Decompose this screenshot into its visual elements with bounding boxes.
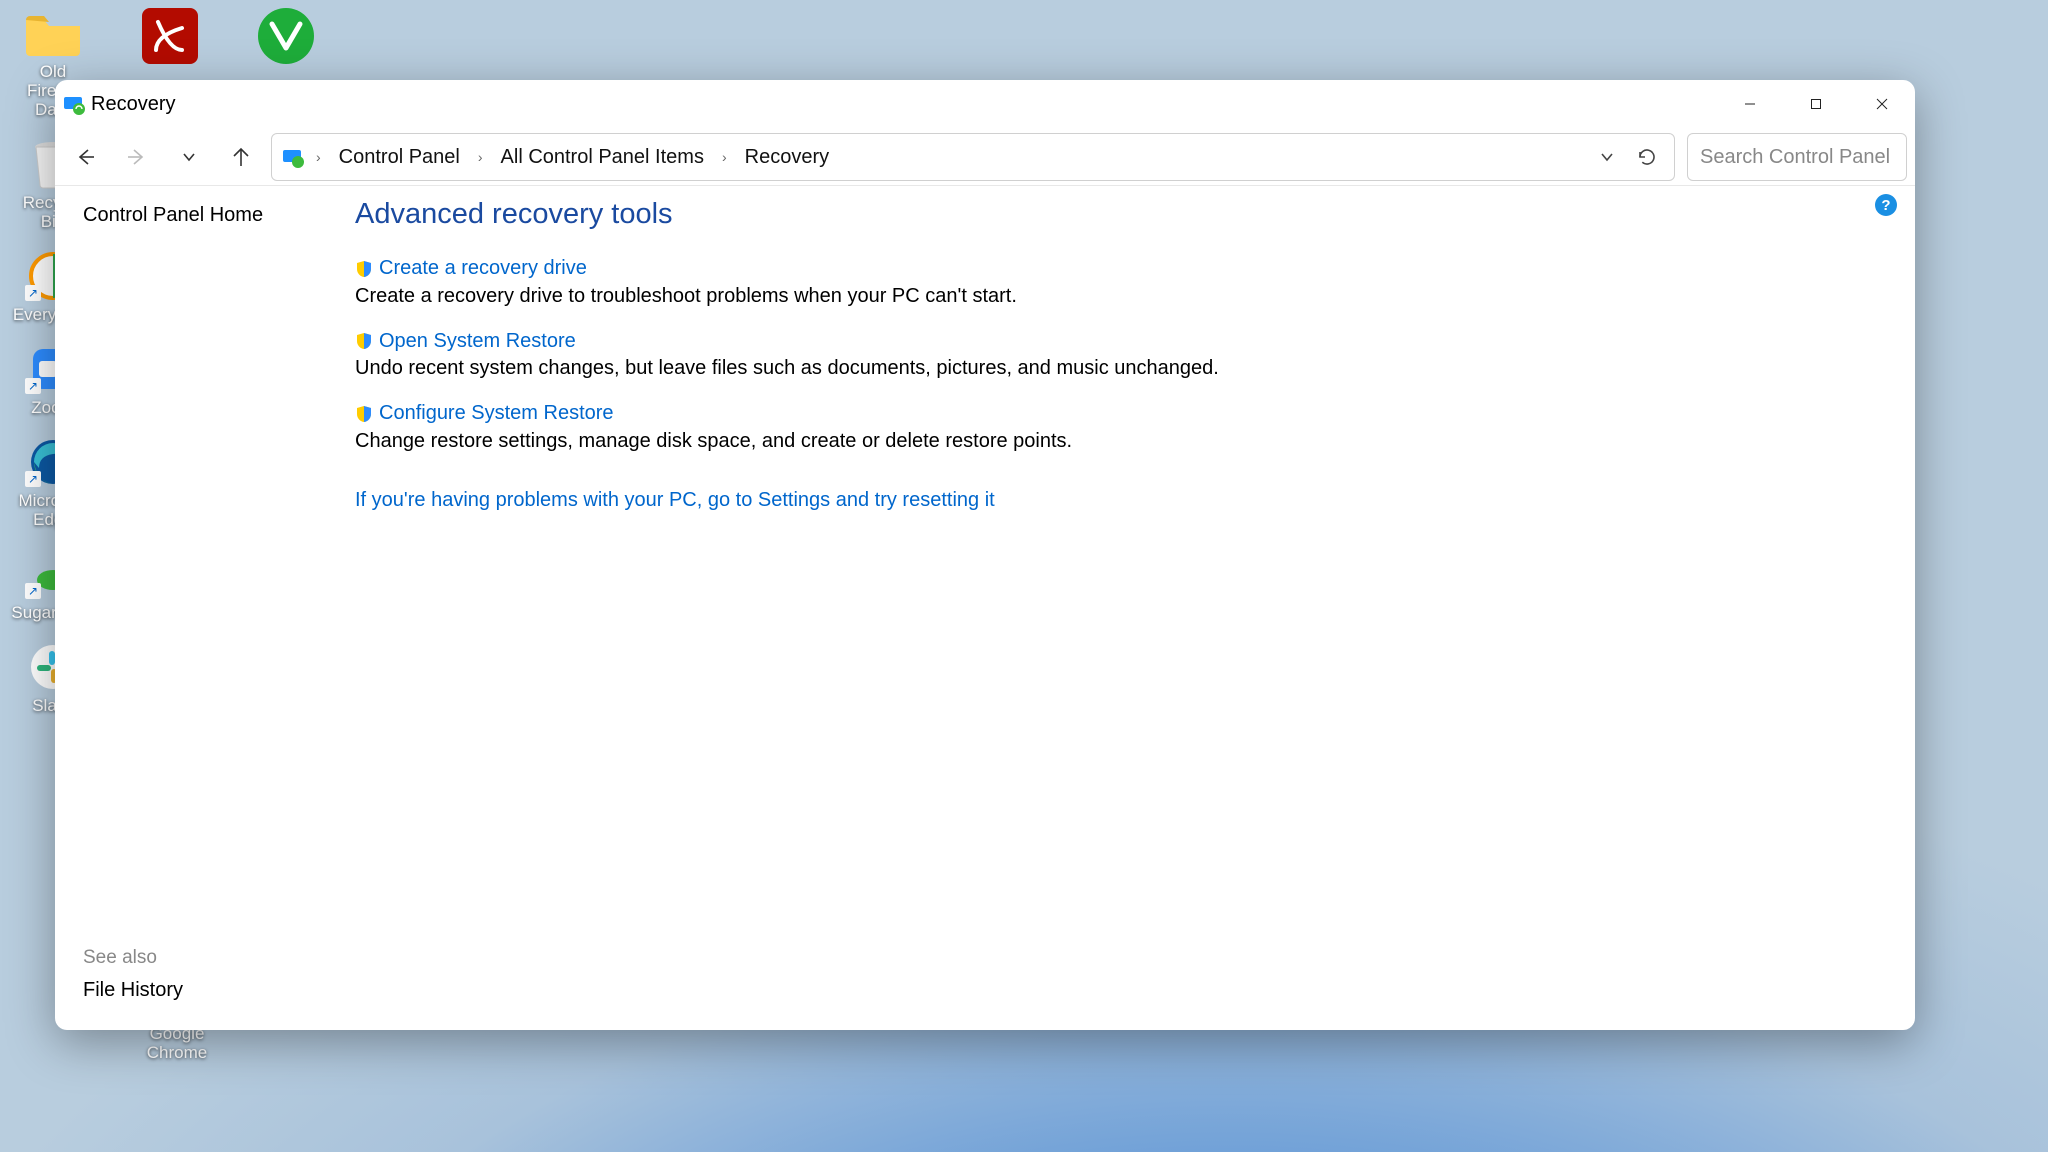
- search-box[interactable]: [1687, 133, 1907, 181]
- titlebar[interactable]: Recovery: [55, 80, 1915, 128]
- arrow-right-icon: [126, 146, 148, 168]
- folder-icon: [23, 6, 83, 60]
- shortcut-badge: ↗: [25, 471, 41, 487]
- breadcrumb-sep: ›: [312, 149, 325, 165]
- veeam-icon: [254, 4, 318, 68]
- tool-link-0[interactable]: Create a recovery drive: [355, 257, 587, 280]
- arrow-up-icon: [230, 146, 252, 168]
- window-app-icon: [63, 93, 85, 115]
- tool-link-text: Create a recovery drive: [379, 257, 587, 280]
- breadcrumb-all-items[interactable]: All Control Panel Items: [495, 144, 710, 171]
- page-heading: Advanced recovery tools: [355, 198, 1875, 231]
- breadcrumb-sep: ›: [474, 149, 487, 165]
- control-panel-window: Recovery: [55, 80, 1915, 1030]
- tool-description: Create a recovery drive to troubleshoot …: [355, 285, 1875, 308]
- address-dropdown-button[interactable]: [1590, 140, 1624, 174]
- recent-locations-button[interactable]: [167, 135, 211, 179]
- window-body: Control Panel Home See also File History…: [55, 186, 1915, 1030]
- shield-icon: [355, 405, 373, 423]
- shortcut-badge: ↗: [25, 583, 41, 599]
- chevron-down-icon: [1600, 150, 1614, 164]
- maximize-button[interactable]: [1783, 80, 1849, 128]
- breadcrumb-control-panel[interactable]: Control Panel: [333, 144, 466, 171]
- help-button[interactable]: ?: [1875, 194, 1897, 216]
- refresh-icon: [1637, 147, 1657, 167]
- window-controls: [1717, 80, 1915, 128]
- tool-item: Open System Restore Undo recent system ch…: [355, 330, 1875, 381]
- close-icon: [1876, 98, 1888, 110]
- refresh-button[interactable]: [1630, 140, 1664, 174]
- window-title: Recovery: [91, 93, 175, 116]
- close-button[interactable]: [1849, 80, 1915, 128]
- minimize-button[interactable]: [1717, 80, 1783, 128]
- acrobat-icon: [138, 4, 202, 68]
- tool-link-text: Configure System Restore: [379, 402, 614, 425]
- tool-link-2[interactable]: Configure System Restore: [355, 402, 614, 425]
- address-bar: › Control Panel › All Control Panel Item…: [55, 128, 1915, 186]
- shield-icon: [355, 332, 373, 350]
- tool-description: Undo recent system changes, but leave fi…: [355, 357, 1875, 380]
- desktop-icon-veeam[interactable]: [254, 4, 318, 68]
- tool-item: Create a recovery drive Create a recovery…: [355, 257, 1875, 308]
- sidebar-home-link[interactable]: Control Panel Home: [83, 204, 355, 227]
- maximize-icon: [1810, 98, 1822, 110]
- content-area: ? Advanced recovery tools Create a recov…: [355, 186, 1915, 1030]
- forward-button[interactable]: [115, 135, 159, 179]
- search-input[interactable]: [1700, 146, 1915, 169]
- shortcut-badge: ↗: [25, 378, 41, 394]
- minimize-icon: [1744, 98, 1756, 110]
- address-box[interactable]: › Control Panel › All Control Panel Item…: [271, 133, 1675, 181]
- sidebar: Control Panel Home See also File History: [55, 186, 355, 1030]
- arrow-left-icon: [74, 146, 96, 168]
- back-button[interactable]: [63, 135, 107, 179]
- control-panel-icon: [282, 146, 304, 168]
- see-also-heading: See also: [83, 947, 355, 969]
- shortcut-badge: ↗: [25, 285, 41, 301]
- chevron-down-icon: [182, 150, 196, 164]
- desktop-icon-acrobat[interactable]: [138, 4, 202, 68]
- shield-icon: [355, 260, 373, 278]
- tool-item: Configure System Restore Change restore s…: [355, 402, 1875, 453]
- tool-link-text: Open System Restore: [379, 330, 576, 353]
- file-history-link[interactable]: File History: [83, 979, 355, 1002]
- tool-description: Change restore settings, manage disk spa…: [355, 430, 1875, 453]
- title-left: Recovery: [63, 93, 175, 116]
- breadcrumb-sep: ›: [718, 149, 731, 165]
- reset-pc-link[interactable]: If you're having problems with your PC, …: [355, 489, 995, 512]
- breadcrumb-recovery[interactable]: Recovery: [739, 144, 835, 171]
- up-button[interactable]: [219, 135, 263, 179]
- tool-link-1[interactable]: Open System Restore: [355, 330, 576, 353]
